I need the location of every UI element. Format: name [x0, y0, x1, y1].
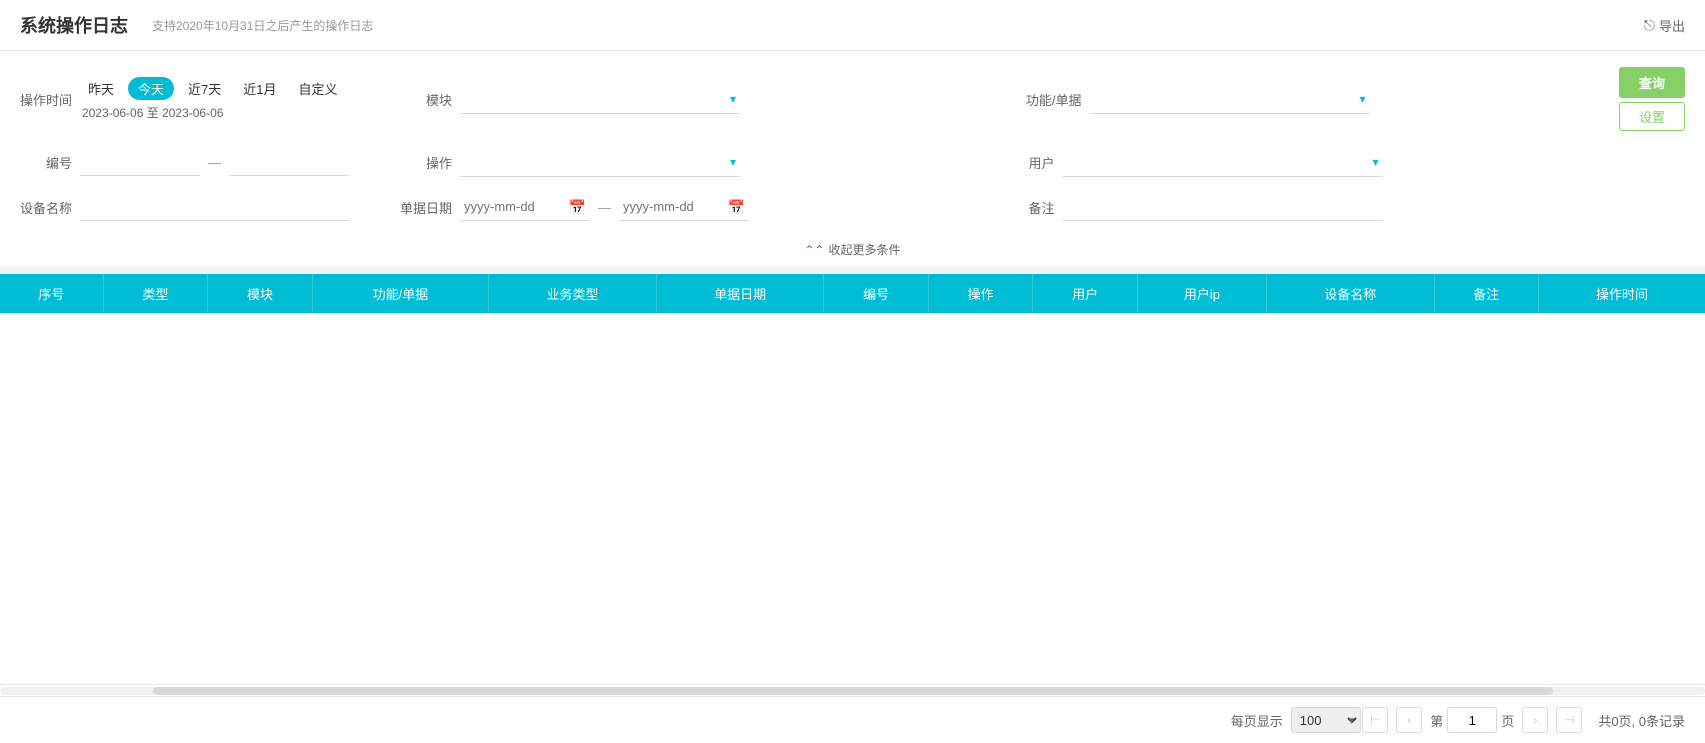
module-select-wrapper: ▾ [460, 84, 740, 114]
page-subtitle: 支持2020年10月31日之后产生的操作日志 [152, 17, 373, 34]
voucher-date-sep: — [598, 200, 611, 215]
empty-state [0, 313, 1705, 663]
number-start-input[interactable] [80, 148, 200, 176]
page-unit: 页 [1501, 711, 1514, 730]
date-end-wrapper: 📅 [619, 193, 749, 221]
user-filter-col: 用户 ▾ [1003, 147, 1566, 177]
action-col: 查询 设置 [1599, 67, 1685, 131]
voucher-date-label: 单据日期 [400, 198, 460, 217]
time-btn-today[interactable]: 今天 [128, 77, 174, 100]
remark-input[interactable] [1063, 193, 1383, 221]
device-label: 设备名称 [20, 198, 80, 217]
collapse-button[interactable]: ⌃⌃ 收起更多条件 [804, 241, 900, 258]
first-page-button[interactable]: ⊢ [1362, 707, 1388, 733]
device-input[interactable] [80, 193, 350, 221]
calendar-end-icon[interactable]: 📅 [728, 199, 745, 216]
table-col-单据日期: 单据日期 [656, 274, 824, 313]
page-title: 系统操作日志 [20, 12, 128, 38]
time-btn-yesterday[interactable]: 昨天 [80, 77, 122, 100]
table-col-用户: 用户 [1033, 274, 1137, 313]
filter-row-3: 设备名称 单据日期 📅 — 📅 备注 [20, 193, 1685, 221]
operation-filter-col: 操作 ▾ [400, 147, 963, 177]
number-end-input[interactable] [229, 148, 349, 176]
table-col-备注: 备注 [1434, 274, 1538, 313]
table-col-用户ip: 用户ip [1137, 274, 1266, 313]
export-button[interactable]: ⎋ 导出 [1644, 16, 1685, 35]
device-filter-col: 设备名称 [20, 193, 360, 221]
next-page-button[interactable]: › [1522, 707, 1548, 733]
page-number-input[interactable] [1447, 707, 1497, 733]
function-filter-col: 功能/单据 ▾ [1020, 84, 1600, 114]
page-info: 第 页 [1430, 707, 1514, 733]
page-header: 系统操作日志 支持2020年10月31日之后产生的操作日志 ⎋ 导出 [0, 0, 1705, 51]
table-col-操作: 操作 [928, 274, 1032, 313]
number-label: 编号 [20, 153, 80, 172]
table-header-row: 序号类型模块功能/单据业务类型单据日期编号操作用户用户ip设备名称备注操作时间 [0, 274, 1705, 313]
table-col-类型: 类型 [103, 274, 207, 313]
data-table: 序号类型模块功能/单据业务类型单据日期编号操作用户用户ip设备名称备注操作时间 [0, 274, 1705, 313]
voucher-date-filter-col: 单据日期 📅 — 📅 [400, 193, 963, 221]
scrollbar-thumb[interactable] [153, 687, 1553, 695]
time-btn-7days[interactable]: 近7天 [180, 77, 229, 100]
table-col-设备名称: 设备名称 [1266, 274, 1434, 313]
table-header: 序号类型模块功能/单据业务类型单据日期编号操作用户用户ip设备名称备注操作时间 [0, 274, 1705, 313]
number-filter-col: 编号 — [20, 148, 360, 176]
table-col-功能/单据: 功能/单据 [312, 274, 488, 313]
function-select-wrapper: ▾ [1090, 84, 1370, 114]
query-button[interactable]: 查询 [1619, 67, 1685, 98]
module-label: 模块 [400, 90, 460, 109]
date-start-wrapper: 📅 [460, 193, 590, 221]
table-col-序号: 序号 [0, 274, 103, 313]
number-range-sep: — [208, 155, 221, 170]
function-select[interactable] [1090, 84, 1370, 114]
pagination-bar: 每页显示 100 50 200 ▾ ⊢ ‹ 第 页 › ⊣ 共0页, 0条记录 [0, 696, 1705, 743]
time-btn-1month[interactable]: 近1月 [235, 77, 284, 100]
user-label: 用户 [1003, 153, 1063, 172]
scrollbar-track [0, 687, 1705, 695]
time-label: 操作时间 [20, 90, 80, 109]
export-icon: ⎋ [1644, 17, 1655, 34]
time-btn-custom[interactable]: 自定义 [291, 77, 346, 100]
module-filter-col: 模块 ▾ [400, 84, 980, 114]
table-col-编号: 编号 [824, 274, 928, 313]
operation-select[interactable] [460, 147, 740, 177]
table-col-模块: 模块 [208, 274, 312, 313]
filter-row-2: 编号 — 操作 ▾ 用户 [20, 147, 1685, 177]
table-col-操作时间: 操作时间 [1539, 274, 1705, 313]
last-page-button[interactable]: ⊣ [1556, 707, 1582, 733]
operation-label: 操作 [400, 153, 460, 172]
filter-area: 操作时间 昨天 今天 近7天 近1月 自定义 2023-06-06 至 2023… [0, 51, 1705, 266]
operation-select-wrapper: ▾ [460, 147, 740, 177]
setting-button[interactable]: 设置 [1619, 102, 1685, 131]
total-info: 共0页, 0条记录 [1598, 711, 1685, 730]
table-col-业务类型: 业务类型 [489, 274, 657, 313]
user-select-wrapper: ▾ [1063, 147, 1383, 177]
module-select[interactable] [460, 84, 740, 114]
collapse-row: ⌃⌃ 收起更多条件 [20, 237, 1685, 258]
function-label: 功能/单据 [1020, 90, 1090, 109]
calendar-start-icon[interactable]: 📅 [569, 199, 586, 216]
page-size-arrow: ▾ [1349, 714, 1355, 727]
user-select[interactable] [1063, 147, 1383, 177]
time-filter-col: 操作时间 昨天 今天 近7天 近1月 自定义 2023-06-06 至 2023… [20, 77, 360, 121]
remark-filter-col: 备注 [1003, 193, 1566, 221]
filter-row-1: 操作时间 昨天 今天 近7天 近1月 自定义 2023-06-06 至 2023… [20, 67, 1685, 131]
prev-page-button[interactable]: ‹ [1396, 707, 1422, 733]
page-size-label: 每页显示 [1231, 711, 1283, 730]
table-container: 序号类型模块功能/单据业务类型单据日期编号操作用户用户ip设备名称备注操作时间 [0, 274, 1705, 684]
page-label: 第 [1430, 711, 1443, 730]
collapse-chevron-icon: ⌃⌃ [804, 243, 824, 257]
scrollbar-row [0, 684, 1705, 696]
time-date-range: 2023-06-06 至 2023-06-06 [82, 104, 346, 121]
time-filter-group: 昨天 今天 近7天 近1月 自定义 [80, 77, 346, 100]
remark-label: 备注 [1003, 198, 1063, 217]
